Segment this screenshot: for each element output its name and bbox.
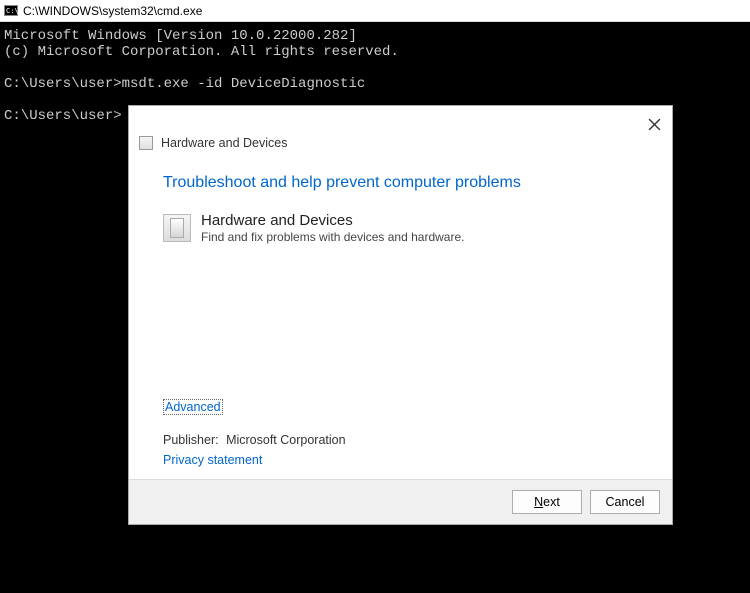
- dialog-header: Hardware and Devices: [129, 136, 672, 158]
- dialog-body: Troubleshoot and help prevent computer p…: [129, 158, 672, 479]
- advanced-link[interactable]: Advanced: [163, 399, 223, 415]
- troubleshoot-option[interactable]: Hardware and Devices Find and fix proble…: [163, 212, 638, 244]
- publisher-label: Publisher:: [163, 433, 219, 447]
- next-button-mnemonic: N: [534, 495, 543, 509]
- cmd-icon: C:\: [4, 5, 18, 16]
- terminal-line-version: Microsoft Windows [Version 10.0.22000.28…: [4, 28, 357, 44]
- hardware-option-icon: [163, 214, 191, 242]
- publisher-row: Publisher: Microsoft Corporation: [163, 433, 638, 447]
- terminal-prompt-1: C:\Users\user>: [4, 76, 122, 92]
- next-button-rest: ext: [543, 495, 560, 509]
- close-icon: [648, 118, 661, 131]
- next-button[interactable]: Next: [512, 490, 582, 514]
- footer-links: Advanced Publisher: Microsoft Corporatio…: [163, 398, 638, 469]
- privacy-statement-link[interactable]: Privacy statement: [163, 453, 262, 467]
- hardware-header-icon: [139, 136, 153, 150]
- cmd-titlebar: C:\ C:\WINDOWS\system32\cmd.exe: [0, 0, 750, 22]
- dialog-top-bar: [129, 106, 672, 136]
- option-title: Hardware and Devices: [201, 212, 464, 229]
- terminal-command-1: msdt.exe -id DeviceDiagnostic: [122, 76, 366, 92]
- cmd-title-path: C:\WINDOWS\system32\cmd.exe: [23, 4, 202, 18]
- dialog-main-heading: Troubleshoot and help prevent computer p…: [163, 174, 638, 192]
- terminal-prompt-2[interactable]: C:\Users\user>: [4, 108, 122, 124]
- dialog-footer: Next Cancel: [129, 479, 672, 524]
- terminal-line-copyright: (c) Microsoft Corporation. All rights re…: [4, 44, 399, 60]
- troubleshooter-dialog: Hardware and Devices Troubleshoot and he…: [128, 105, 673, 525]
- close-button[interactable]: [644, 114, 664, 134]
- option-text: Hardware and Devices Find and fix proble…: [201, 212, 464, 244]
- dialog-header-title: Hardware and Devices: [161, 136, 287, 150]
- option-description: Find and fix problems with devices and h…: [201, 230, 464, 244]
- publisher-value: Microsoft Corporation: [226, 433, 346, 447]
- cancel-button[interactable]: Cancel: [590, 490, 660, 514]
